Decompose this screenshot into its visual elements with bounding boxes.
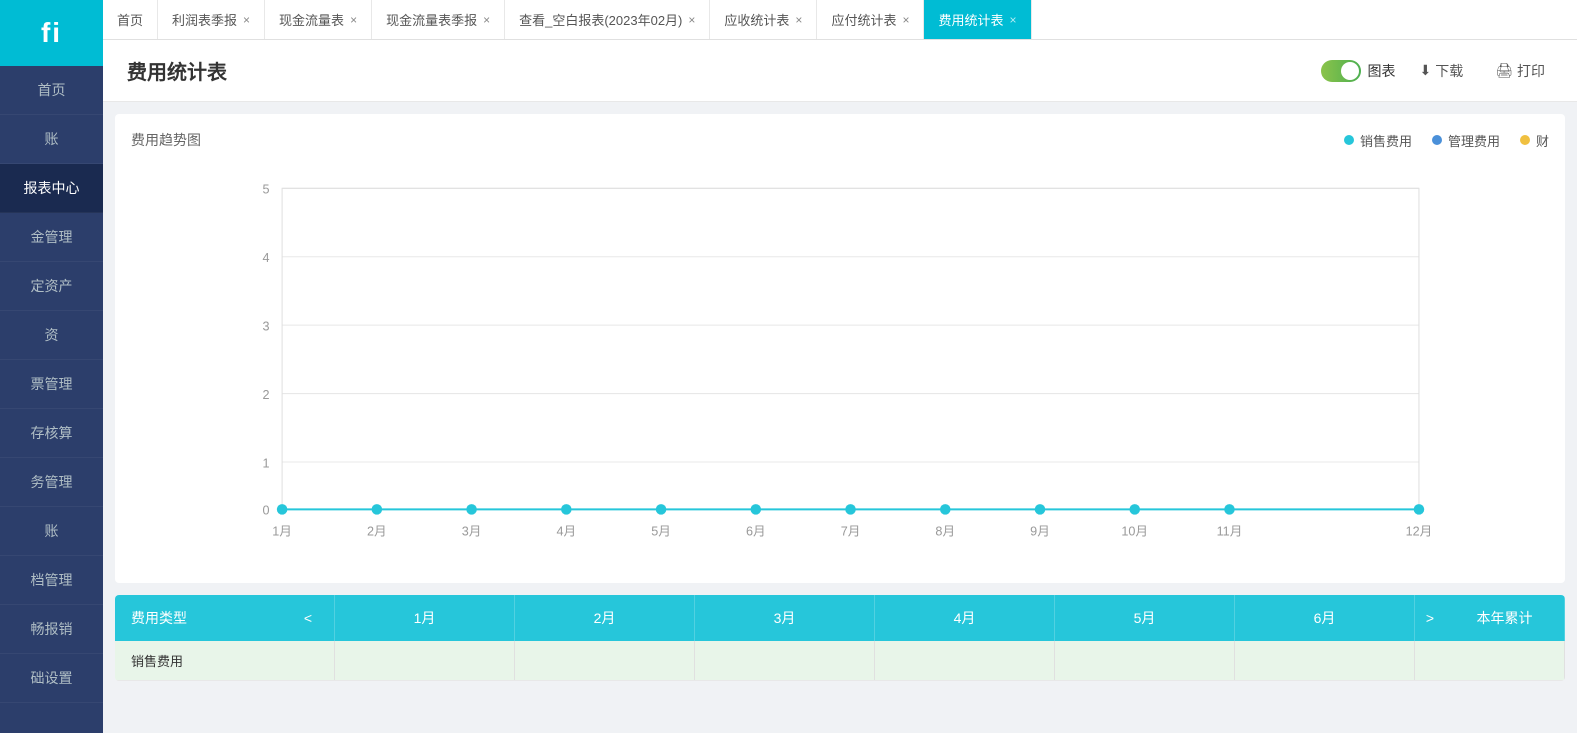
download-button[interactable]: ⬇ 下载 [1411, 57, 1471, 85]
tab-close-cashflow[interactable]: × [350, 13, 357, 27]
sidebar-item-claim[interactable]: 畅报销 [0, 605, 103, 654]
td-m2-sales [515, 641, 695, 680]
sidebar-item-inventory[interactable]: 存核算 [0, 409, 103, 458]
th-total: 本年累计 [1445, 595, 1565, 641]
legend-admin: 管理费用 [1432, 131, 1500, 150]
svg-text:9月: 9月 [1030, 525, 1050, 539]
tab-close-receivable[interactable]: × [795, 13, 802, 27]
svg-text:4月: 4月 [556, 525, 576, 539]
tab-blank-report[interactable]: 查看_空白报表(2023年02月) × [505, 0, 710, 40]
sidebar-item-report-center[interactable]: 报表中心 [0, 164, 103, 213]
svg-text:0: 0 [262, 504, 269, 518]
sidebar-item-home[interactable]: 首页 [0, 66, 103, 115]
chart-svg-area: 5 4 3 2 1 0 [131, 162, 1549, 567]
chart-legend: 销售费用 管理费用 财 [1344, 131, 1549, 150]
svg-text:2月: 2月 [367, 525, 387, 539]
td-total-sales [1445, 641, 1565, 680]
legend-finance: 财 [1520, 131, 1549, 150]
td-m6-sales [1235, 641, 1415, 680]
trend-chart-svg: 5 4 3 2 1 0 [131, 162, 1549, 562]
table-row-sales: 销售费用 [115, 641, 1565, 681]
th-type: 费用类型 < [115, 595, 335, 641]
chart-toggle[interactable] [1321, 60, 1361, 82]
tab-home[interactable]: 首页 [103, 0, 158, 40]
svg-text:11月: 11月 [1217, 525, 1243, 539]
page-title: 费用统计表 [127, 56, 227, 85]
table-section: 费用类型 < 1月 2月 3月 4月 5月 6月 > 本年累计 销售费用 [115, 595, 1565, 681]
chart-header: 费用趋势图 销售费用 管理费用 财 [131, 130, 1549, 150]
header-actions: 图表 ⬇ 下载 🖨 打印 [1321, 57, 1553, 85]
td-m3-sales [695, 641, 875, 680]
svg-text:5: 5 [262, 183, 269, 197]
tab-cashflow-quarterly[interactable]: 现金流量表季报 × [372, 0, 505, 40]
th-month-6: 6月 [1235, 595, 1415, 641]
td-m4-sales [875, 641, 1055, 680]
svg-text:1: 1 [262, 456, 269, 470]
tab-close-payable[interactable]: × [902, 13, 909, 27]
logo: fi [0, 0, 103, 66]
page-content: 费用统计表 图表 ⬇ 下载 🖨 打印 费用趋势图 [103, 40, 1577, 733]
th-month-1: 1月 [335, 595, 515, 641]
svg-text:3月: 3月 [462, 525, 482, 539]
tab-expense-stats[interactable]: 费用统计表 × [924, 0, 1031, 40]
table-next-arrow[interactable]: > [1415, 595, 1445, 641]
legend-sales: 销售费用 [1344, 131, 1412, 150]
tab-cashflow[interactable]: 现金流量表 × [265, 0, 372, 40]
legend-dot-sales [1344, 135, 1354, 145]
svg-text:4: 4 [262, 251, 269, 265]
sidebar-item-fixed-assets[interactable]: 定资产 [0, 262, 103, 311]
svg-text:10月: 10月 [1121, 525, 1148, 539]
td-type-sales: 销售费用 [115, 641, 335, 680]
legend-dot-admin [1432, 135, 1442, 145]
sidebar-item-funds[interactable]: 资 [0, 311, 103, 360]
main-content: 首页 利润表季报 × 现金流量表 × 现金流量表季报 × 查看_空白报表(202… [103, 0, 1577, 733]
svg-text:6月: 6月 [746, 525, 766, 539]
svg-text:7月: 7月 [841, 525, 861, 539]
svg-text:12月: 12月 [1406, 525, 1433, 539]
tab-close-cashflow-q[interactable]: × [483, 13, 490, 27]
legend-dot-finance [1520, 135, 1530, 145]
th-month-3: 3月 [695, 595, 875, 641]
tab-payable[interactable]: 应付统计表 × [817, 0, 924, 40]
tab-close-expense[interactable]: × [1009, 13, 1016, 27]
th-month-2: 2月 [515, 595, 695, 641]
sidebar-item-fund-mgmt[interactable]: 金管理 [0, 213, 103, 262]
chart-container: 费用趋势图 销售费用 管理费用 财 [115, 114, 1565, 583]
tab-close-profit[interactable]: × [243, 13, 250, 27]
svg-text:8月: 8月 [935, 525, 955, 539]
svg-text:2: 2 [262, 388, 269, 402]
sidebar: fi 首页 账 报表中心 金管理 定资产 资 票管理 存核算 务管理 账 档管理… [0, 0, 103, 733]
sidebar-item-ledger[interactable]: 账 [0, 507, 103, 556]
th-month-4: 4月 [875, 595, 1055, 641]
print-button[interactable]: 🖨 打印 [1487, 57, 1553, 85]
table-header: 费用类型 < 1月 2月 3月 4月 5月 6月 > 本年累计 [115, 595, 1565, 641]
td-m5-sales [1055, 641, 1235, 680]
sidebar-item-account[interactable]: 账 [0, 115, 103, 164]
td-m1-sales [335, 641, 515, 680]
chart-toggle-wrapper: 图表 [1321, 60, 1395, 82]
svg-text:1月: 1月 [272, 525, 292, 539]
sidebar-item-invoice[interactable]: 票管理 [0, 360, 103, 409]
svg-text:3: 3 [262, 319, 269, 333]
table-prev-arrow[interactable]: < [298, 610, 318, 626]
chart-title: 费用趋势图 [131, 130, 201, 150]
download-icon: ⬇ [1419, 62, 1431, 79]
tab-bar: 首页 利润表季报 × 现金流量表 × 现金流量表季报 × 查看_空白报表(202… [103, 0, 1577, 40]
sidebar-item-file[interactable]: 档管理 [0, 556, 103, 605]
page-header: 费用统计表 图表 ⬇ 下载 🖨 打印 [103, 40, 1577, 102]
tab-receivable[interactable]: 应收统计表 × [710, 0, 817, 40]
svg-text:5月: 5月 [651, 525, 671, 539]
th-month-5: 5月 [1055, 595, 1235, 641]
tab-close-blank[interactable]: × [688, 13, 695, 27]
chart-toggle-label: 图表 [1367, 61, 1395, 81]
sidebar-item-service[interactable]: 务管理 [0, 458, 103, 507]
print-icon: 🖨 [1495, 62, 1513, 79]
sidebar-item-settings[interactable]: 础设置 [0, 654, 103, 703]
tab-profit-report[interactable]: 利润表季报 × [158, 0, 265, 40]
